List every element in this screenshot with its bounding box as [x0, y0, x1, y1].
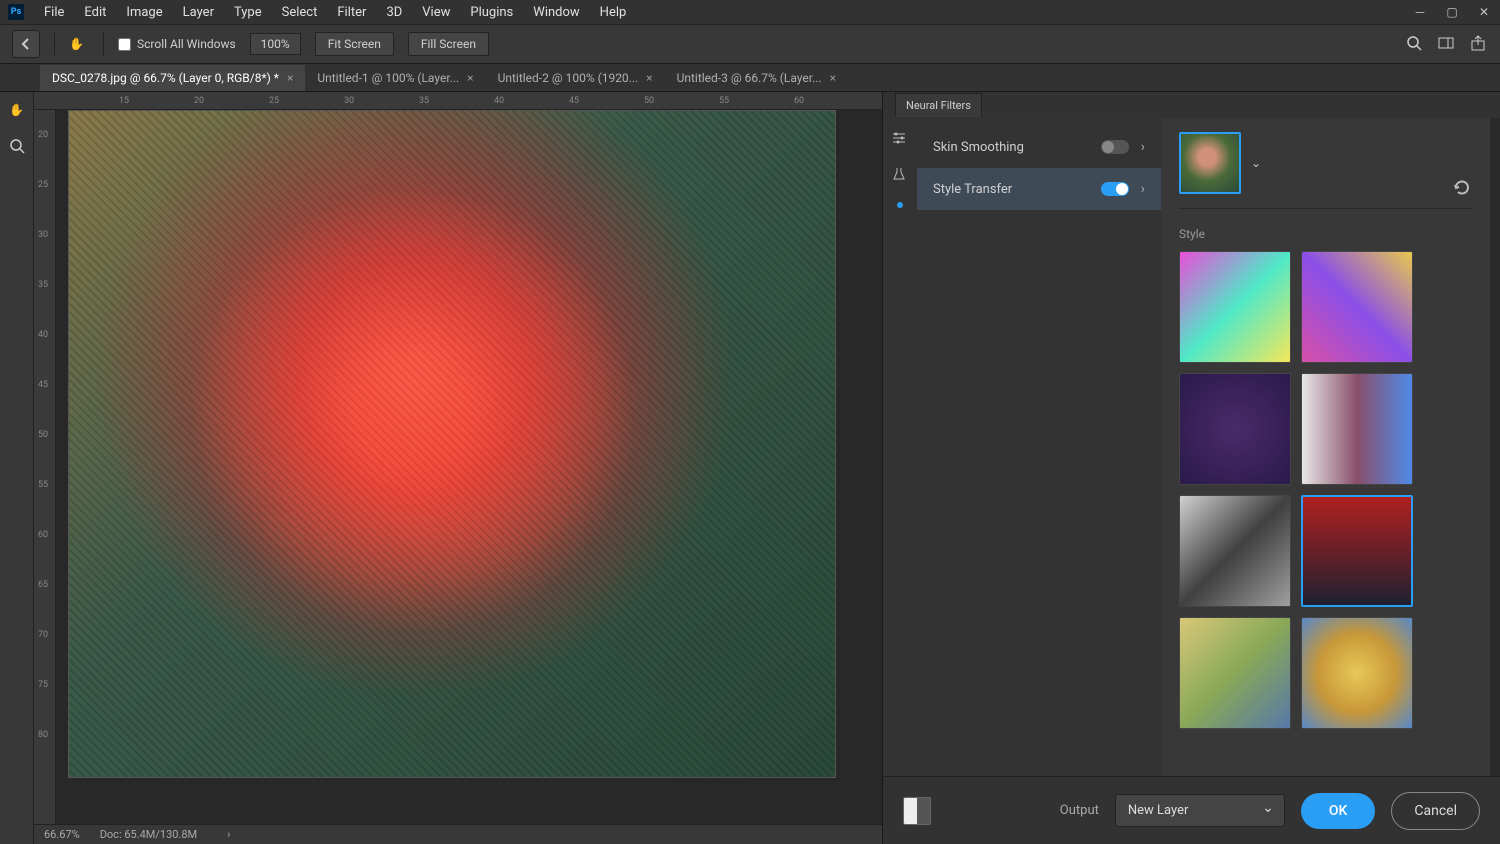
- ok-button[interactable]: OK: [1301, 793, 1376, 829]
- canvas-area: 15 20 25 30 35 40 45 50 55 60 20 25 30 3…: [34, 92, 882, 844]
- style-swatch[interactable]: [1179, 373, 1291, 485]
- menu-window[interactable]: Window: [523, 1, 589, 24]
- scroll-all-checkbox[interactable]: Scroll All Windows: [118, 37, 236, 51]
- chevron-right-icon: ›: [1141, 139, 1145, 155]
- options-bar: ✋ Scroll All Windows 100% Fit Screen Fil…: [0, 24, 1500, 64]
- filter-skin-smoothing[interactable]: Skin Smoothing ›: [917, 126, 1161, 168]
- document-tab[interactable]: Untitled-2 @ 100% (1920... ×: [486, 65, 665, 91]
- filter-label: Style Transfer: [933, 182, 1089, 197]
- divider: [103, 33, 104, 55]
- close-icon[interactable]: ×: [467, 71, 473, 85]
- style-heading: Style: [1179, 227, 1472, 241]
- workspace-icon[interactable]: [1438, 35, 1456, 53]
- filter-label: Skin Smoothing: [933, 140, 1089, 155]
- menu-filter[interactable]: Filter: [327, 1, 376, 24]
- zoom-tool[interactable]: [5, 134, 29, 158]
- output-select[interactable]: New Layer: [1115, 794, 1285, 827]
- document-tab[interactable]: Untitled-3 @ 66.7% (Layer... ×: [665, 65, 848, 91]
- style-grid: [1179, 251, 1472, 729]
- canvas-viewport[interactable]: [56, 110, 882, 824]
- tab-label: Untitled-3 @ 66.7% (Layer...: [677, 71, 822, 85]
- panel-footer: Output New Layer OK Cancel: [883, 776, 1500, 844]
- panel-title: Neural Filters: [895, 93, 982, 117]
- tab-label: Untitled-2 @ 100% (1920...: [498, 71, 639, 85]
- main-area: ✋ 15 20 25 30 35 40 45 50 55 60 20 25 30…: [0, 92, 1500, 844]
- style-swatch[interactable]: [1179, 251, 1291, 363]
- ruler-horizontal: 15 20 25 30 35 40 45 50 55 60: [34, 92, 882, 110]
- style-options: ⌄ Style: [1161, 118, 1490, 776]
- canvas-image: [68, 110, 836, 778]
- window-controls: ─ ▢ ✕: [1412, 4, 1492, 20]
- menu-type[interactable]: Type: [224, 1, 272, 24]
- status-zoom: 66.67%: [44, 828, 80, 841]
- scroll-all-input[interactable]: [118, 38, 131, 51]
- menu-view[interactable]: View: [412, 1, 460, 24]
- document-tab[interactable]: DSC_0278.jpg @ 66.7% (Layer 0, RGB/8*) *…: [40, 65, 305, 91]
- close-icon[interactable]: ×: [287, 71, 293, 85]
- status-doc: Doc: 65.4M/130.8M: [100, 828, 197, 841]
- search-icon[interactable]: [1406, 35, 1424, 53]
- tool-strip: ✋: [0, 92, 34, 844]
- menu-select[interactable]: Select: [272, 1, 328, 24]
- hand-tool[interactable]: ✋: [5, 98, 29, 122]
- close-icon[interactable]: ×: [646, 71, 652, 85]
- filter-toggle[interactable]: [1101, 140, 1129, 154]
- style-swatch[interactable]: [1179, 617, 1291, 729]
- filter-category-strip: [883, 118, 917, 776]
- neural-filters-panel: Neural Filters Skin Smoothing › S: [882, 92, 1500, 844]
- scrollbar[interactable]: [1490, 118, 1500, 776]
- style-swatch[interactable]: [1301, 251, 1413, 363]
- beaker-icon[interactable]: [891, 166, 909, 184]
- active-dot-icon: [897, 202, 903, 208]
- menu-help[interactable]: Help: [590, 1, 637, 24]
- chevron-right-icon[interactable]: ›: [227, 828, 230, 841]
- tab-label: Untitled-1 @ 100% (Layer...: [317, 71, 459, 85]
- menu-3d[interactable]: 3D: [376, 1, 412, 24]
- tab-label: DSC_0278.jpg @ 66.7% (Layer 0, RGB/8*) *: [52, 71, 279, 85]
- menu-edit[interactable]: Edit: [74, 1, 116, 24]
- panel-header: Neural Filters: [883, 92, 1500, 118]
- style-swatch[interactable]: [1301, 373, 1413, 485]
- fill-screen-button[interactable]: Fill Screen: [408, 32, 489, 56]
- filter-list: Skin Smoothing › Style Transfer ›: [917, 118, 1161, 776]
- menu-image[interactable]: Image: [116, 1, 172, 24]
- hand-tool-icon: ✋: [69, 37, 89, 51]
- menu-bar: File Edit Image Layer Type Select Filter…: [34, 1, 636, 24]
- style-swatch[interactable]: [1301, 495, 1413, 607]
- maximize-button[interactable]: ▢: [1444, 4, 1460, 20]
- document-tab-bar: DSC_0278.jpg @ 66.7% (Layer 0, RGB/8*) *…: [0, 64, 1500, 92]
- preview-thumbnail[interactable]: [1179, 132, 1241, 194]
- menu-layer[interactable]: Layer: [173, 1, 224, 24]
- output-label: Output: [1060, 803, 1099, 818]
- chevron-down-icon[interactable]: ⌄: [1251, 156, 1261, 170]
- title-bar: Ps File Edit Image Layer Type Select Fil…: [0, 0, 1500, 24]
- minimize-button[interactable]: ─: [1412, 4, 1428, 20]
- menu-file[interactable]: File: [34, 1, 74, 24]
- filter-toggle[interactable]: [1101, 182, 1129, 196]
- menu-plugins[interactable]: Plugins: [460, 1, 523, 24]
- close-window-button[interactable]: ✕: [1476, 4, 1492, 20]
- app-logo: Ps: [8, 4, 24, 20]
- scroll-all-label: Scroll All Windows: [137, 37, 236, 51]
- style-swatch[interactable]: [1179, 495, 1291, 607]
- share-icon[interactable]: [1470, 35, 1488, 53]
- style-swatch[interactable]: [1301, 617, 1413, 729]
- status-bar: 66.67% Doc: 65.4M/130.8M ›: [34, 824, 882, 844]
- chevron-left-icon: [19, 37, 33, 51]
- reset-icon[interactable]: [1452, 178, 1472, 201]
- document-tab[interactable]: Untitled-1 @ 100% (Layer... ×: [305, 65, 485, 91]
- filter-style-transfer[interactable]: Style Transfer ›: [917, 168, 1161, 210]
- layer-mask-button[interactable]: [903, 797, 931, 825]
- close-icon[interactable]: ×: [830, 71, 836, 85]
- back-button[interactable]: [12, 30, 40, 58]
- chevron-right-icon: ›: [1141, 181, 1145, 197]
- ruler-vertical: 20 25 30 35 40 45 50 55 60 65 70 75 80: [34, 110, 56, 824]
- fit-screen-button[interactable]: Fit Screen: [315, 32, 394, 56]
- zoom-level[interactable]: 100%: [250, 33, 301, 55]
- cancel-button[interactable]: Cancel: [1391, 792, 1480, 830]
- divider: [54, 33, 55, 55]
- sliders-icon[interactable]: [891, 130, 909, 148]
